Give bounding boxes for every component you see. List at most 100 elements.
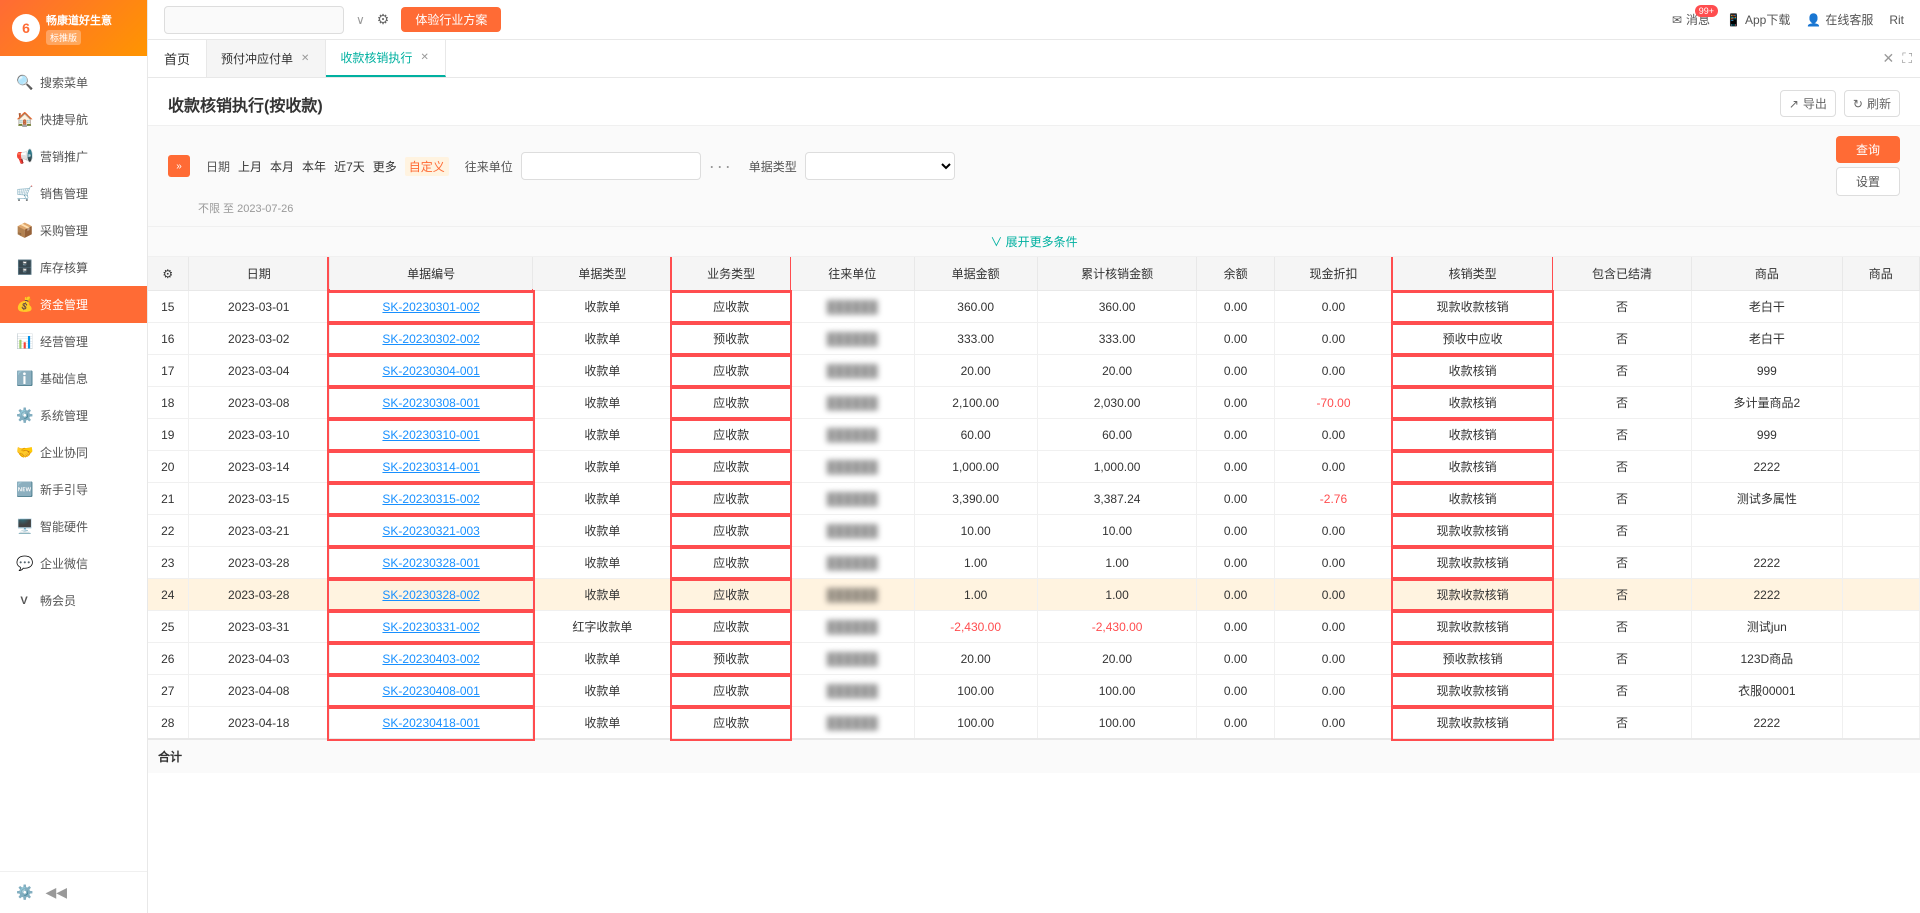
sidebar-item-finance[interactable]: 💰 资金管理 [0,286,147,323]
user-profile[interactable]: Rit [1889,13,1904,27]
tab-maximize-icon[interactable]: ⛶ [1902,50,1912,67]
table-cell[interactable]: SK-20230308-001 [329,387,532,419]
sidebar-item-corp[interactable]: 🤝 企业协同 [0,434,147,471]
table-cell[interactable]: SK-20230302-002 [329,323,532,355]
table-cell: 预收款 [672,643,791,675]
table-cell: 2023-04-18 [188,707,329,740]
filter-dots[interactable]: ··· [709,156,733,177]
sidebar-item-member[interactable]: V 畅会员 [0,582,147,619]
expand-conditions-button[interactable]: ∨ 展开更多条件 [148,227,1920,257]
table-cell: ██████ [790,515,914,547]
filter-date-this-month[interactable]: 本月 [270,158,294,175]
filter-partner-input[interactable] [521,152,701,180]
table-cell: 预收中应收 [1393,323,1553,355]
tab-home[interactable]: 首页 [148,40,207,77]
table-cell: 2023-03-15 [188,483,329,515]
table-row[interactable]: 252023-03-31SK-20230331-002红字收款单应收款█████… [148,611,1920,643]
nav-search-input[interactable] [164,6,344,34]
nav-arrow-icon[interactable]: ∨ [356,13,365,27]
query-button[interactable]: 查询 [1836,136,1900,163]
refresh-button[interactable]: ↻ 刷新 [1844,90,1900,117]
tab-receipt[interactable]: 收款核销执行 ✕ [326,40,445,77]
table-row[interactable]: 222023-03-21SK-20230321-003收款单应收款██████1… [148,515,1920,547]
filter-date-this-year[interactable]: 本年 [302,158,326,175]
hardware-icon: 🖥️ [16,518,32,535]
table-cell: 否 [1552,483,1691,515]
sidebar-item-quicknav[interactable]: 🏠 快捷导航 [0,101,147,138]
industry-solution-button[interactable]: 体验行业方案 [401,7,501,32]
sidebar-item-system[interactable]: ⚙️ 系统管理 [0,397,147,434]
app-download-button[interactable]: 📱 App下载 [1726,11,1790,28]
filter-doctype-select[interactable] [805,152,955,180]
settings-bottom-icon[interactable]: ⚙️ [16,884,33,901]
filter-date-more[interactable]: 更多 [373,158,397,175]
gear-icon[interactable]: ⚙ [162,267,173,281]
sidebar-item-basic[interactable]: ℹ️ 基础信息 [0,360,147,397]
col-gear-header[interactable]: ⚙ [148,257,188,291]
sidebar-item-guide[interactable]: 🆕 新手引导 [0,471,147,508]
settings-gear-icon[interactable]: ⚙ [377,11,390,28]
table-cell[interactable]: SK-20230328-001 [329,547,532,579]
table-cell: 2023-03-08 [188,387,329,419]
table-cell[interactable]: SK-20230310-001 [329,419,532,451]
sidebar-item-inventory[interactable]: 🗄️ 库存核算 [0,249,147,286]
table-cell[interactable]: SK-20230331-002 [329,611,532,643]
table-cell: 24 [148,579,188,611]
table-row[interactable]: 232023-03-28SK-20230328-001收款单应收款██████1… [148,547,1920,579]
table-cell[interactable]: SK-20230314-001 [329,451,532,483]
table-cell: 收款核销 [1393,451,1553,483]
filter-date-7days[interactable]: 近7天 [334,158,365,175]
table-row[interactable]: 162023-03-02SK-20230302-002收款单预收款██████3… [148,323,1920,355]
tab-close-all-icon[interactable]: ✕ [1882,50,1894,67]
table-cell: 100.00 [1037,707,1197,740]
table-cell: 测试jun [1692,611,1843,643]
table-cell[interactable]: SK-20230408-001 [329,675,532,707]
table-row[interactable]: 202023-03-14SK-20230314-001收款单应收款██████1… [148,451,1920,483]
tab-prepay[interactable]: 预付冲应付单 ✕ [207,40,326,77]
sidebar-item-purchase[interactable]: 📦 采购管理 [0,212,147,249]
table-row[interactable]: 212023-03-15SK-20230315-002收款单应收款██████3… [148,483,1920,515]
filter-expand-button[interactable]: » [168,155,190,177]
sidebar-item-marketing[interactable]: 📢 营销推广 [0,138,147,175]
table-cell: ██████ [790,579,914,611]
finance-icon: 💰 [16,296,32,313]
table-cell: 收款单 [533,547,672,579]
filter-date-last-month[interactable]: 上月 [238,158,262,175]
table-cell[interactable]: SK-20230321-003 [329,515,532,547]
sidebar-item-wechat[interactable]: 💬 企业微信 [0,545,147,582]
table-cell: 333.00 [914,323,1037,355]
sidebar-item-operations[interactable]: 📊 经营管理 [0,323,147,360]
table-cell: 否 [1552,355,1691,387]
table-row[interactable]: 152023-03-01SK-20230301-002收款单应收款██████3… [148,291,1920,323]
table-cell [1842,611,1919,643]
messages-button[interactable]: ✉ 消息 99+ [1672,11,1710,28]
table-row[interactable]: 172023-03-04SK-20230304-001收款单应收款██████2… [148,355,1920,387]
table-row[interactable]: 262023-04-03SK-20230403-002收款单预收款██████2… [148,643,1920,675]
sidebar-item-hardware[interactable]: 🖥️ 智能硬件 [0,508,147,545]
online-service-button[interactable]: 👤 在线客服 [1806,11,1873,28]
table-cell: 123D商品 [1692,643,1843,675]
table-cell [1842,515,1919,547]
collapse-icon[interactable]: ◀◀ [45,884,67,901]
filter-setting-button[interactable]: 设置 [1836,167,1900,196]
filter-date-custom[interactable]: 自定义 [405,157,449,176]
table-cell[interactable]: SK-20230328-002 [329,579,532,611]
sidebar-item-search[interactable]: 🔍 搜索菜单 [0,64,147,101]
table-cell[interactable]: SK-20230403-002 [329,643,532,675]
table-cell[interactable]: SK-20230418-001 [329,707,532,740]
table-row[interactable]: 192023-03-10SK-20230310-001收款单应收款██████6… [148,419,1920,451]
tab-receipt-close[interactable]: ✕ [418,50,430,65]
table-row[interactable]: 282023-04-18SK-20230418-001收款单应收款██████1… [148,707,1920,740]
table-cell[interactable]: SK-20230301-002 [329,291,532,323]
tab-prepay-close[interactable]: ✕ [299,51,311,66]
table-cell: 0.00 [1274,323,1393,355]
table-row[interactable]: 272023-04-08SK-20230408-001收款单应收款██████1… [148,675,1920,707]
sidebar-item-sales[interactable]: 🛒 销售管理 [0,175,147,212]
table-row[interactable]: 242023-03-28SK-20230328-002收款单应收款██████1… [148,579,1920,611]
export-button[interactable]: ↗ 导出 [1780,90,1836,117]
table-cell[interactable]: SK-20230304-001 [329,355,532,387]
table-cell: 否 [1552,291,1691,323]
table-cell: 60.00 [1037,419,1197,451]
table-row[interactable]: 182023-03-08SK-20230308-001收款单应收款██████2… [148,387,1920,419]
table-cell[interactable]: SK-20230315-002 [329,483,532,515]
